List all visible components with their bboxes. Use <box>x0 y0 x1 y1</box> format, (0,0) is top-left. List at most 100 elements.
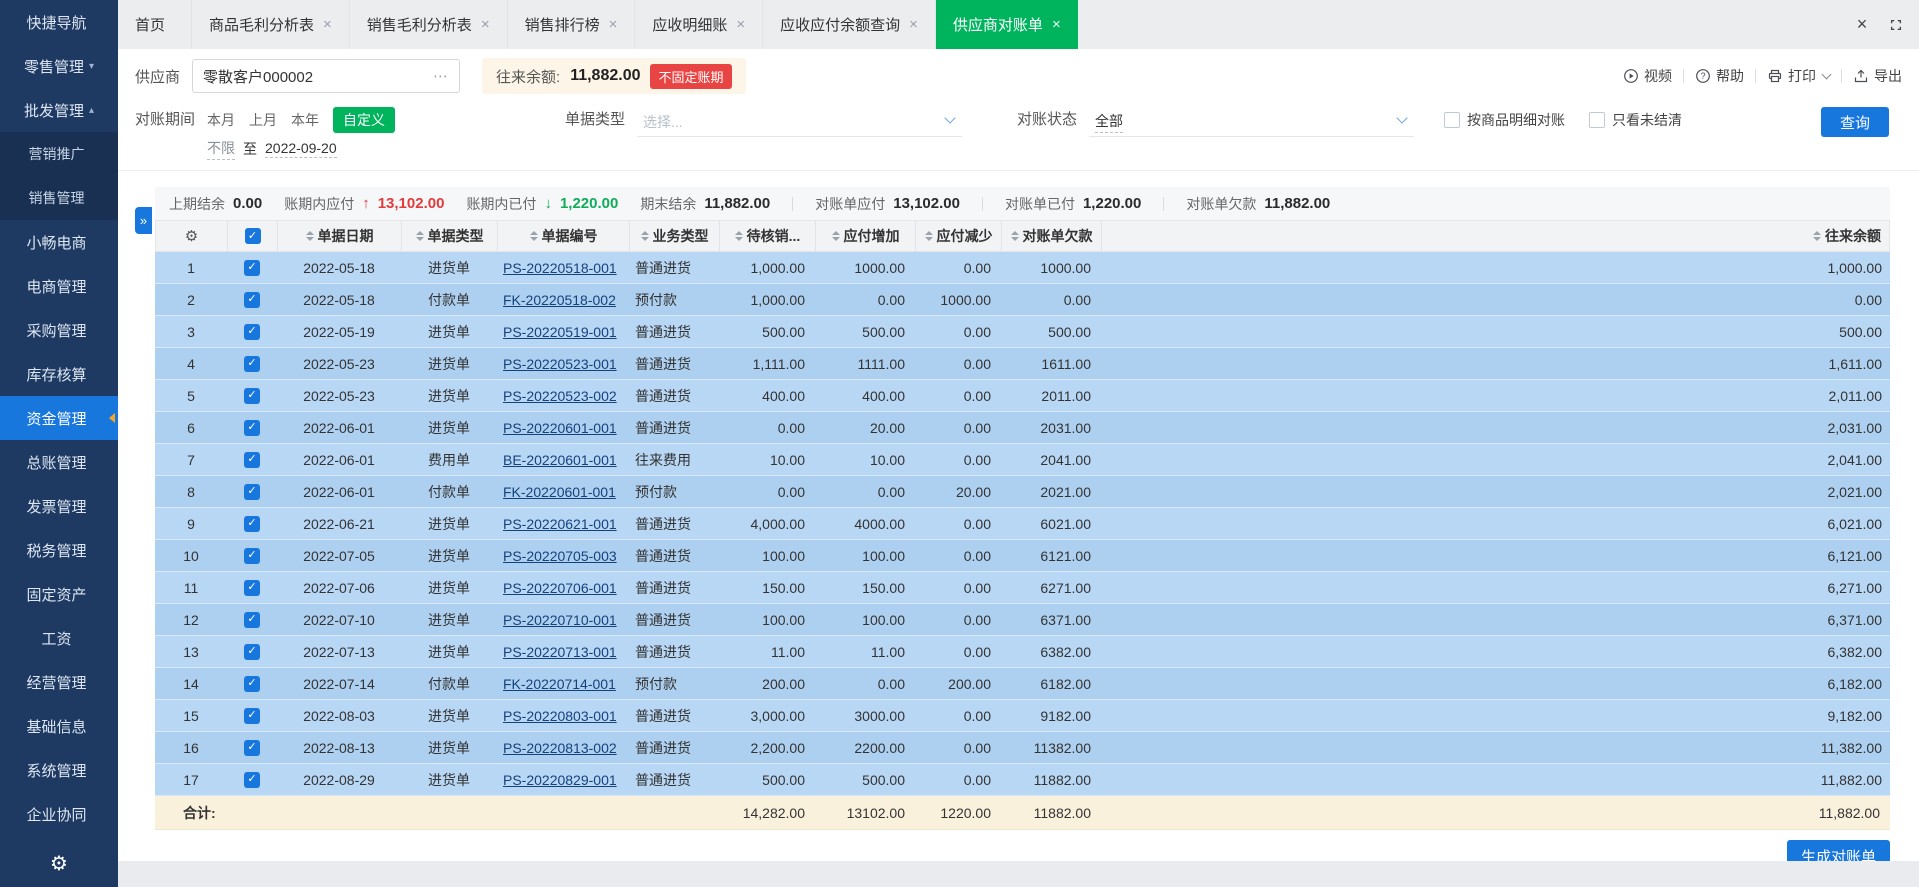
close-icon[interactable]: × <box>481 17 490 32</box>
sidebar-item[interactable]: 库存核算 <box>0 352 118 396</box>
maximize-button[interactable] <box>1883 12 1909 38</box>
doc-number-link[interactable]: PS-20220519-001 <box>503 324 617 340</box>
row-checkbox[interactable]: ✓ <box>227 291 277 308</box>
sidebar-item[interactable]: 零售管理 ▾ <box>0 44 118 88</box>
tab[interactable]: 供应商对账单 × <box>935 0 1078 49</box>
export-button[interactable]: 导出 <box>1853 66 1902 86</box>
table-row[interactable]: 7 ✓ 2022-06-01 费用单 BE-20220601-001 往来费用 … <box>155 444 1890 476</box>
table-row[interactable]: 13 ✓ 2022-07-13 进货单 PS-20220713-001 普通进货… <box>155 636 1890 668</box>
tab[interactable]: 应收应付余额查询 × <box>763 0 936 49</box>
table-row[interactable]: 6 ✓ 2022-06-01 进货单 PS-20220601-001 普通进货 … <box>155 412 1890 444</box>
header-doc-number[interactable]: 单据编号 <box>498 221 630 251</box>
header-doc-date[interactable]: 单据日期 <box>278 221 402 251</box>
header-biz-type[interactable]: 业务类型 <box>630 221 720 251</box>
sidebar-item[interactable]: 固定资产 <box>0 572 118 616</box>
sidebar-item[interactable]: 快捷导航 <box>0 0 118 44</box>
range-start-field[interactable]: 不限 <box>207 138 236 160</box>
sidebar-item[interactable]: 税务管理 <box>0 528 118 572</box>
tab[interactable]: 首页 <box>118 0 193 49</box>
tab[interactable]: 应收明细账 × <box>635 0 764 49</box>
help-button[interactable]: ? 帮助 <box>1695 66 1744 86</box>
sidebar-item[interactable]: 工资 <box>0 616 118 660</box>
doc-number-link[interactable]: PS-20220803-001 <box>503 708 617 724</box>
supplier-field[interactable]: ⋯ <box>192 59 461 93</box>
doc-number-link[interactable]: BE-20220601-001 <box>503 452 617 468</box>
row-checkbox[interactable]: ✓ <box>227 515 277 532</box>
tab[interactable]: 销售排行榜 × <box>508 0 636 49</box>
row-checkbox[interactable]: ✓ <box>227 387 277 404</box>
sidebar-settings-button[interactable]: ⚙ <box>0 839 118 887</box>
period-option[interactable]: 本月 <box>207 110 235 130</box>
doc-number-link[interactable]: PS-20220621-001 <box>503 516 617 532</box>
sidebar-item[interactable]: 系统管理 <box>0 748 118 792</box>
sidebar-item[interactable]: 电商管理 <box>0 264 118 308</box>
doc-number-link[interactable]: PS-20220523-001 <box>503 356 617 372</box>
header-pending[interactable]: 待核销... <box>720 221 816 251</box>
row-checkbox[interactable]: ✓ <box>227 259 277 276</box>
sidebar-item[interactable]: 企业协同 <box>0 792 118 836</box>
select-all-checkbox[interactable]: ✓ <box>228 221 278 251</box>
header-payable-decrease[interactable]: 应付减少 <box>916 221 1002 251</box>
doc-number-link[interactable]: FK-20220714-001 <box>503 676 616 692</box>
close-icon[interactable]: × <box>609 17 618 32</box>
row-checkbox[interactable]: ✓ <box>227 675 277 692</box>
doc-number-link[interactable]: PS-20220705-003 <box>503 548 617 564</box>
sidebar-item[interactable]: 经营管理 <box>0 660 118 704</box>
row-checkbox[interactable]: ✓ <box>227 419 277 436</box>
search-button[interactable]: 查询 <box>1821 107 1889 137</box>
row-checkbox[interactable]: ✓ <box>227 643 277 660</box>
supplier-input[interactable] <box>203 67 434 85</box>
period-option[interactable]: 上月 <box>249 110 277 130</box>
doc-type-select[interactable]: 选择... <box>637 107 963 137</box>
close-all-tabs-button[interactable]: × <box>1849 12 1875 38</box>
sidebar-item[interactable]: 基础信息 <box>0 704 118 748</box>
row-checkbox[interactable]: ✓ <box>227 547 277 564</box>
sidebar-item[interactable]: 销售管理 <box>0 176 118 220</box>
sidebar-item[interactable]: 营销推广 <box>0 132 118 176</box>
table-row[interactable]: 9 ✓ 2022-06-21 进货单 PS-20220621-001 普通进货 … <box>155 508 1890 540</box>
more-options-icon[interactable]: ⋯ <box>433 67 449 85</box>
sidebar-item[interactable]: 批发管理 ▴ <box>0 88 118 132</box>
detail-checkbox[interactable]: 按商品明细对账 <box>1444 107 1565 133</box>
close-icon[interactable]: × <box>1052 17 1061 32</box>
sidebar-item[interactable]: 采购管理 <box>0 308 118 352</box>
doc-number-link[interactable]: PS-20220813-002 <box>503 740 617 756</box>
doc-number-link[interactable]: FK-20220601-001 <box>503 484 616 500</box>
close-icon[interactable]: × <box>323 17 332 32</box>
row-checkbox[interactable]: ✓ <box>227 739 277 756</box>
doc-number-link[interactable]: PS-20220523-002 <box>503 388 617 404</box>
period-option[interactable]: 自定义 <box>333 107 396 133</box>
close-icon[interactable]: × <box>736 17 745 32</box>
row-checkbox[interactable]: ✓ <box>227 611 277 628</box>
table-row[interactable]: 1 ✓ 2022-05-18 进货单 PS-20220518-001 普通进货 … <box>155 252 1890 284</box>
row-checkbox[interactable]: ✓ <box>227 707 277 724</box>
video-button[interactable]: 视频 <box>1623 66 1672 86</box>
period-option[interactable]: 本年 <box>291 110 319 130</box>
table-row[interactable]: 10 ✓ 2022-07-05 进货单 PS-20220705-003 普通进货… <box>155 540 1890 572</box>
generate-statement-button[interactable]: 生成对账单 <box>1786 840 1890 861</box>
doc-number-link[interactable]: FK-20220518-002 <box>503 292 616 308</box>
table-row[interactable]: 11 ✓ 2022-07-06 进货单 PS-20220706-001 普通进货… <box>155 572 1890 604</box>
doc-number-link[interactable]: PS-20220706-001 <box>503 580 617 596</box>
status-select[interactable]: 全部 <box>1089 107 1415 137</box>
table-row[interactable]: 3 ✓ 2022-05-19 进货单 PS-20220519-001 普通进货 … <box>155 316 1890 348</box>
sidebar-item[interactable]: 发票管理 <box>0 484 118 528</box>
column-settings-button[interactable]: ⚙ <box>156 221 228 251</box>
doc-number-link[interactable]: PS-20220518-001 <box>503 260 617 276</box>
doc-number-link[interactable]: PS-20220713-001 <box>503 644 617 660</box>
table-row[interactable]: 14 ✓ 2022-07-14 付款单 FK-20220714-001 预付款 … <box>155 668 1890 700</box>
row-checkbox[interactable]: ✓ <box>227 483 277 500</box>
header-doc-type[interactable]: 单据类型 <box>402 221 498 251</box>
table-row[interactable]: 8 ✓ 2022-06-01 付款单 FK-20220601-001 预付款 0… <box>155 476 1890 508</box>
table-row[interactable]: 16 ✓ 2022-08-13 进货单 PS-20220813-002 普通进货… <box>155 732 1890 764</box>
table-row[interactable]: 4 ✓ 2022-05-23 进货单 PS-20220523-001 普通进货 … <box>155 348 1890 380</box>
table-row[interactable]: 2 ✓ 2022-05-18 付款单 FK-20220518-002 预付款 1… <box>155 284 1890 316</box>
header-payable-increase[interactable]: 应付增加 <box>816 221 916 251</box>
row-checkbox[interactable]: ✓ <box>227 451 277 468</box>
table-row[interactable]: 17 ✓ 2022-08-29 进货单 PS-20220829-001 普通进货… <box>155 764 1890 796</box>
header-statement-owed[interactable]: 对账单欠款 <box>1002 221 1102 251</box>
sidebar-item[interactable]: 总账管理 <box>0 440 118 484</box>
row-checkbox[interactable]: ✓ <box>227 579 277 596</box>
unsettled-checkbox[interactable]: 只看未结清 <box>1589 107 1682 133</box>
expand-panel-handle[interactable]: » <box>135 207 152 234</box>
